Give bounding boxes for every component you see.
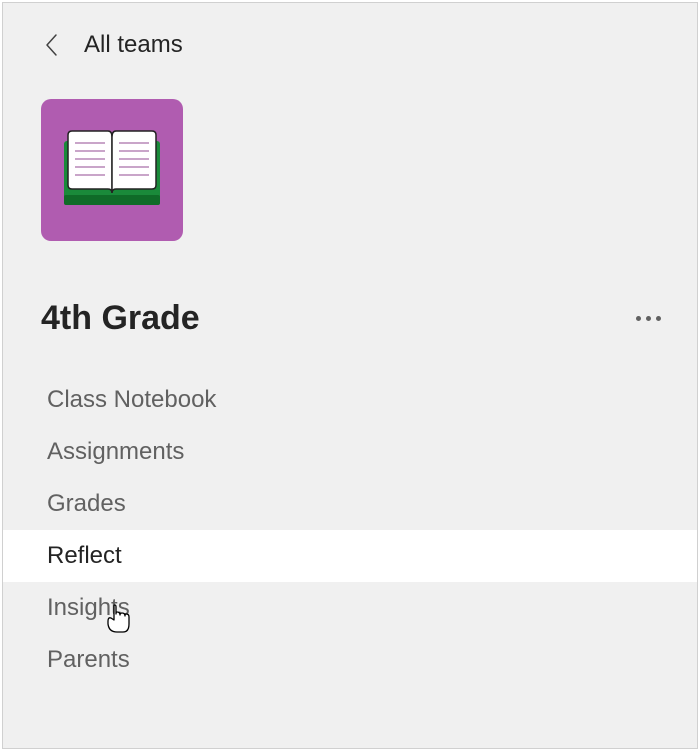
channel-item-insights[interactable]: Insights [3, 582, 697, 634]
team-avatar[interactable] [41, 99, 183, 241]
team-title-row: 4th Grade [3, 299, 697, 338]
channel-label: Reflect [47, 542, 122, 569]
open-book-icon [58, 123, 166, 218]
channel-label: Class Notebook [47, 386, 216, 413]
more-options-button[interactable] [628, 308, 669, 329]
channel-list: Class Notebook Assignments Grades Reflec… [3, 374, 697, 686]
channel-item-grades[interactable]: Grades [3, 478, 697, 530]
channel-label: Parents [47, 646, 130, 673]
more-horizontal-icon [636, 316, 661, 321]
back-to-teams[interactable]: All teams [3, 3, 697, 59]
channel-label: Assignments [47, 438, 184, 465]
channel-item-assignments[interactable]: Assignments [3, 426, 697, 478]
channel-label: Grades [47, 490, 126, 517]
channel-item-class-notebook[interactable]: Class Notebook [3, 374, 697, 426]
channel-item-parents[interactable]: Parents [3, 634, 697, 686]
channel-item-reflect[interactable]: Reflect [3, 530, 697, 582]
back-label: All teams [84, 31, 183, 59]
team-title: 4th Grade [41, 299, 200, 338]
channel-label: Insights [47, 594, 130, 621]
team-sidebar-panel: All teams 4th Grade [2, 2, 698, 749]
chevron-left-icon [40, 34, 62, 56]
